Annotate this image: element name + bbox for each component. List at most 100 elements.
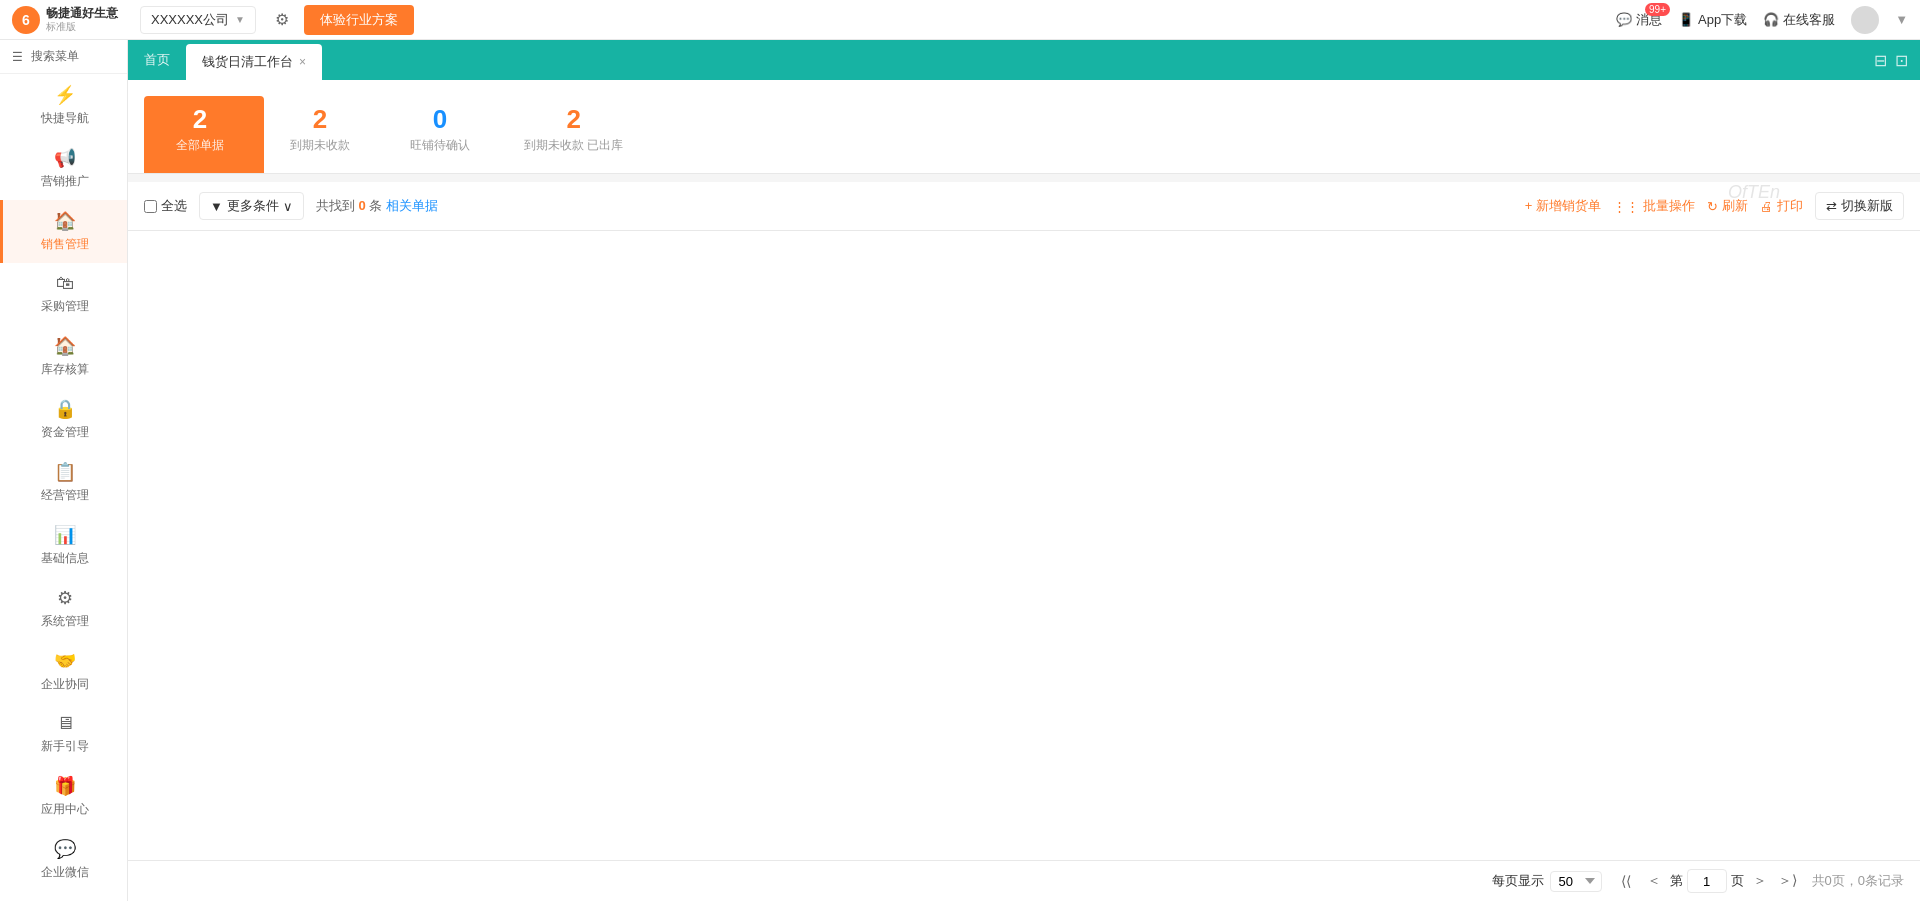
- tab-home[interactable]: 首页: [128, 40, 186, 80]
- add-order-label: + 新增销货单: [1525, 197, 1601, 215]
- print-label: 打印: [1777, 197, 1803, 215]
- sidebar-item-sales[interactable]: 🏠 销售管理: [0, 200, 127, 263]
- table-area: [128, 231, 1920, 860]
- select-all-checkbox[interactable]: 全选: [144, 197, 187, 215]
- logo-text: 畅捷通好生意 标准版: [46, 6, 118, 32]
- online-service-button[interactable]: 🎧 在线客服: [1763, 11, 1835, 29]
- sidebar-item-quick-nav[interactable]: ⚡ 快捷导航: [0, 74, 127, 137]
- select-all-input[interactable]: [144, 200, 157, 213]
- stat-overdue-shipped[interactable]: 2 到期未收款 已出库: [504, 96, 651, 173]
- header-right: 💬 消息 99+ 📱 App下载 🎧 在线客服 ▼: [1616, 6, 1908, 34]
- user-name: ▼: [1895, 12, 1908, 27]
- message-badge: 99+: [1645, 3, 1670, 16]
- sidebar-label-inventory: 库存核算: [41, 361, 89, 378]
- sidebar-label-quick-nav: 快捷导航: [41, 110, 89, 127]
- all-orders-label: 全部单据: [164, 137, 236, 154]
- page-label: 第: [1670, 872, 1683, 890]
- user-avatar[interactable]: [1851, 6, 1879, 34]
- sidebar-label-wechat: 企业微信: [41, 864, 89, 881]
- related-link[interactable]: 相关单据: [386, 198, 438, 213]
- overdue-shipped-label: 到期未收款 已出库: [524, 137, 623, 154]
- sidebar-item-inventory[interactable]: 🏠 库存核算: [0, 325, 127, 388]
- sidebar-item-finance[interactable]: 🔒 资金管理: [0, 388, 127, 451]
- filter-icon: ▼: [210, 199, 223, 214]
- user-name-area[interactable]: ▼: [1895, 12, 1908, 27]
- page-content: 2 全部单据 2 到期未收款 0 旺铺待确认 2 到期未收款 已出库: [128, 80, 1920, 901]
- stat-overdue-unpaid[interactable]: 2 到期未收款: [264, 96, 384, 173]
- tab-close-icon[interactable]: ×: [299, 55, 306, 69]
- first-page-button[interactable]: ⟨⟨: [1614, 869, 1638, 893]
- add-order-button[interactable]: + 新增销货单: [1525, 197, 1601, 215]
- filter-label: 更多条件: [227, 197, 279, 215]
- sidebar-item-wechat[interactable]: 💬 企业微信: [0, 828, 127, 891]
- overdue-shipped-num: 2: [524, 104, 623, 135]
- print-icon: 🖨: [1760, 199, 1773, 214]
- batch-icon: ⋮⋮: [1613, 199, 1639, 214]
- sidebar-item-operations[interactable]: 📋 经营管理: [0, 451, 127, 514]
- logo-icon: 6: [12, 6, 40, 34]
- all-orders-num: 2: [164, 104, 236, 135]
- stat-all-orders[interactable]: 2 全部单据: [144, 96, 264, 173]
- switch-icon: ⇄: [1826, 199, 1837, 214]
- search-menu-label: 搜索菜单: [31, 48, 79, 65]
- last-page-button[interactable]: ＞⟩: [1776, 869, 1800, 893]
- sidebar-item-member[interactable]: V 畅会员: [0, 891, 127, 901]
- settings-icon[interactable]: ⚙: [268, 6, 296, 34]
- system-icon: ⚙: [57, 587, 73, 609]
- sidebar-item-guide[interactable]: 🖥 新手引导: [0, 703, 127, 765]
- window-minimize-icon[interactable]: ⊟: [1874, 51, 1887, 70]
- toolbar: 全选 ▼ 更多条件 ∨ 共找到 0 条 相关单据 + 新增销货单: [128, 182, 1920, 231]
- purchase-icon: 🛍: [56, 273, 74, 294]
- switch-version-button[interactable]: ⇄ 切换新版: [1815, 192, 1904, 220]
- prev-page-button[interactable]: ＜: [1642, 869, 1666, 893]
- switch-label: 切换新版: [1841, 197, 1893, 215]
- page-size-dropdown[interactable]: 10 20 50 100: [1550, 871, 1602, 892]
- result-prefix: 共找到: [316, 198, 355, 213]
- tab-active[interactable]: 钱货日清工作台 ×: [186, 44, 322, 80]
- select-all-label: 全选: [161, 197, 187, 215]
- result-count: 0: [359, 198, 366, 213]
- experience-button[interactable]: 体验行业方案: [304, 5, 414, 35]
- refresh-label: 刷新: [1722, 197, 1748, 215]
- print-button[interactable]: 🖨 打印: [1760, 197, 1803, 215]
- window-maximize-icon[interactable]: ⊡: [1895, 51, 1908, 70]
- main-layout: ☰ 搜索菜单 ⚡ 快捷导航 📢 营销推广 🏠 销售管理 🛍 采购管理 🏠 库存核…: [0, 40, 1920, 901]
- company-selector[interactable]: XXXXXX公司 ▼: [140, 6, 256, 34]
- overdue-unpaid-num: 2: [284, 104, 356, 135]
- page-number-input[interactable]: [1687, 869, 1727, 893]
- batch-button[interactable]: ⋮⋮ 批量操作: [1613, 197, 1695, 215]
- online-service-label: 在线客服: [1783, 11, 1835, 29]
- page-size-label: 每页显示: [1492, 872, 1544, 890]
- wangpu-pending-num: 0: [404, 104, 476, 135]
- service-icon: 🎧: [1763, 12, 1779, 27]
- filter-button[interactable]: ▼ 更多条件 ∨: [199, 192, 304, 220]
- sidebar-item-cooperation[interactable]: 🤝 企业协同: [0, 640, 127, 703]
- wechat-icon: 💬: [54, 838, 76, 860]
- header-center: ⚙ 体验行业方案: [256, 5, 1616, 35]
- app-download-button[interactable]: 📱 App下载: [1678, 11, 1747, 29]
- sidebar-label-guide: 新手引导: [41, 738, 89, 755]
- sidebar-label-sales: 销售管理: [41, 236, 89, 253]
- sidebar-item-marketing[interactable]: 📢 营销推广: [0, 137, 127, 200]
- result-suffix: 条: [369, 198, 382, 213]
- refresh-button[interactable]: ↻ 刷新: [1707, 197, 1748, 215]
- sidebar-label-finance: 资金管理: [41, 424, 89, 441]
- filter-arrow: ∨: [283, 199, 293, 214]
- sidebar-search[interactable]: ☰ 搜索菜单: [0, 40, 127, 74]
- active-tab-label: 钱货日清工作台: [202, 53, 293, 71]
- sidebar-item-system[interactable]: ⚙ 系统管理: [0, 577, 127, 640]
- finance-icon: 🔒: [54, 398, 76, 420]
- sidebar-item-purchase[interactable]: 🛍 采购管理: [0, 263, 127, 325]
- next-page-button[interactable]: ＞: [1748, 869, 1772, 893]
- logo-title: 畅捷通好生意: [46, 6, 118, 20]
- sidebar-label-basic-info: 基础信息: [41, 550, 89, 567]
- stat-wangpu-pending[interactable]: 0 旺铺待确认: [384, 96, 504, 173]
- sidebar-item-basic-info[interactable]: 📊 基础信息: [0, 514, 127, 577]
- wangpu-pending-label: 旺铺待确认: [404, 137, 476, 154]
- content-area: 首页 钱货日清工作台 × ⊟ ⊡ 2 全部单据 2 到期未收款: [128, 40, 1920, 901]
- total-records: 共0页，0条记录: [1812, 872, 1904, 890]
- message-button[interactable]: 💬 消息 99+: [1616, 11, 1662, 29]
- sidebar-item-app-center[interactable]: 🎁 应用中心: [0, 765, 127, 828]
- batch-label: 批量操作: [1643, 197, 1695, 215]
- sidebar-label-app-center: 应用中心: [41, 801, 89, 818]
